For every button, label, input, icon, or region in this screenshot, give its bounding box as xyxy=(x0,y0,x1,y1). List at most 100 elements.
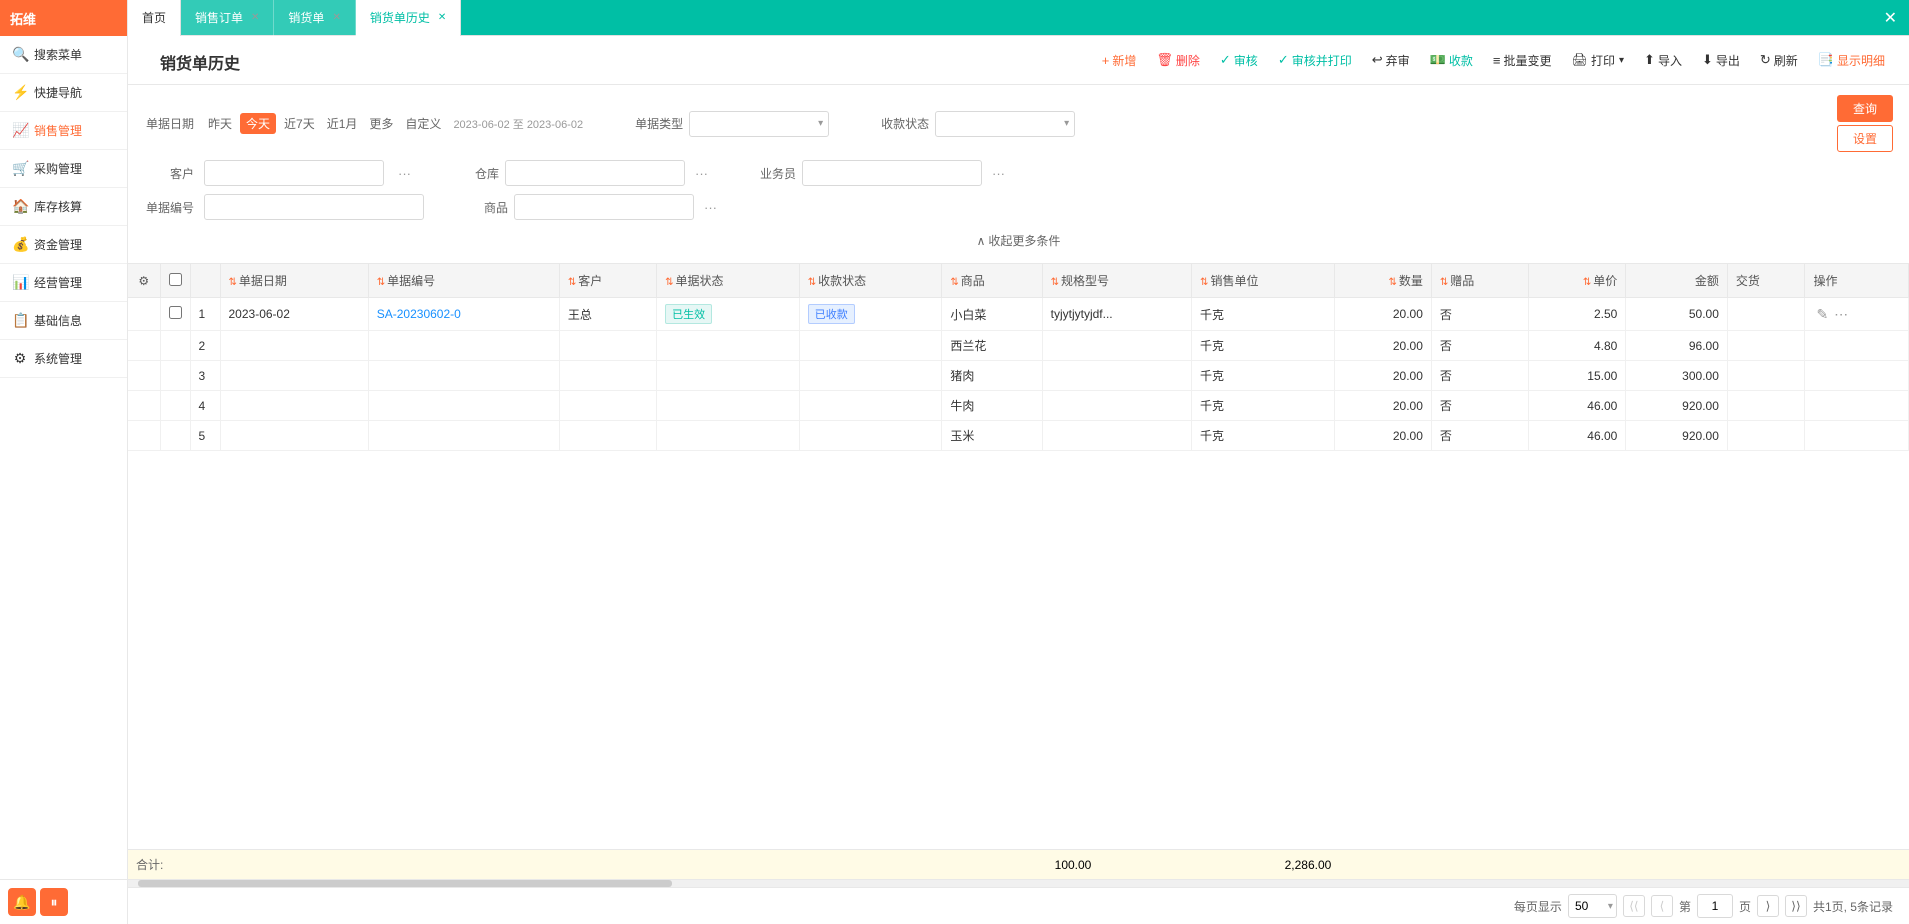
tab-sales-order[interactable]: 销售订单 ✕ xyxy=(181,0,274,36)
payment-status-cell xyxy=(799,361,942,391)
payment-status-cell: 已收款 xyxy=(799,298,942,331)
shortcut-custom[interactable]: 自定义 xyxy=(401,113,445,134)
warehouse-input[interactable] xyxy=(505,160,685,186)
tab-sales-goods[interactable]: 销货单 ✕ xyxy=(274,0,355,36)
sidebar-item-system[interactable]: ⚙ 系统管理 xyxy=(0,340,127,378)
sidebar-item-sales-mgmt[interactable]: 📈 销售管理 xyxy=(0,112,127,150)
tab-sales-goods-close[interactable]: ✕ xyxy=(332,12,340,23)
prev-page-button[interactable]: ⟨ xyxy=(1651,895,1673,917)
import-button[interactable]: ⬆ 导入 xyxy=(1636,48,1690,73)
pagination-bar: 每页显示 50 100 200 ▾ ⟨⟨ ⟨ 第 页 ⟩ ⟩⟩ 共1页, 5条记… xyxy=(128,887,1909,924)
gift-header[interactable]: ⇅赠品 xyxy=(1431,264,1528,298)
print-button[interactable]: 🖨 打印 xyxy=(1563,48,1632,73)
sidebar-item-inventory[interactable]: 🏠 库存核算 xyxy=(0,188,127,226)
audit-print-button[interactable]: ✓ 审核并打印 xyxy=(1270,48,1360,73)
agent-ellipsis-button[interactable]: ··· xyxy=(988,164,1009,183)
show-details-button[interactable]: 📑 显示明细 xyxy=(1810,48,1893,73)
pause-button[interactable]: ⏸ xyxy=(40,888,68,916)
tabs-close-all-button[interactable]: ✕ xyxy=(1872,8,1909,28)
warehouse-ellipsis-button[interactable]: ··· xyxy=(691,164,712,183)
price-cell: 46.00 xyxy=(1529,421,1626,451)
operation-icon: 📊 xyxy=(12,274,28,291)
sidebar-item-basic-info[interactable]: 📋 基础信息 xyxy=(0,302,127,340)
gear-cell xyxy=(128,421,160,451)
delete-button[interactable]: 🗑 删除 xyxy=(1148,48,1208,73)
checkbox-column-header[interactable] xyxy=(160,264,190,298)
collapse-label: 收起更多条件 xyxy=(988,232,1060,249)
select-all-checkbox[interactable] xyxy=(169,273,182,286)
sidebar-item-purchase-mgmt[interactable]: 🛒 采购管理 xyxy=(0,150,127,188)
shortcut-7days[interactable]: 近7天 xyxy=(280,113,319,134)
price-header[interactable]: ⇅单价 xyxy=(1529,264,1626,298)
audit-button[interactable]: ✓ 审核 xyxy=(1212,48,1266,73)
shortcut-yesterday[interactable]: 昨天 xyxy=(204,113,236,134)
trade-cell xyxy=(1727,361,1805,391)
customer-ellipsis-button[interactable]: ··· xyxy=(394,164,415,183)
tab-sales-history[interactable]: 销货单历史 ✕ xyxy=(356,0,461,36)
sidebar-item-search-menu[interactable]: 🔍 搜索菜单 xyxy=(0,36,127,74)
shortcut-1month[interactable]: 近1月 xyxy=(323,113,362,134)
tab-sales-goods-label: 销货单 xyxy=(288,9,324,26)
last-page-button[interactable]: ⟩⟩ xyxy=(1785,895,1807,917)
collapse-filter-button[interactable]: ∧ 收起更多条件 xyxy=(144,228,1893,253)
goods-header[interactable]: ⇅商品 xyxy=(942,264,1042,298)
shortcut-today[interactable]: 今天 xyxy=(240,113,276,134)
payment-status-header[interactable]: ⇅收款状态 xyxy=(799,264,942,298)
gear-cell xyxy=(128,361,160,391)
tabs-bar: 首页 销售订单 ✕ 销货单 ✕ 销货单历史 ✕ ✕ xyxy=(128,0,1909,36)
collect-button[interactable]: 💵 收款 xyxy=(1422,48,1481,73)
per-page-select[interactable]: 50 100 200 xyxy=(1568,894,1617,918)
export-button[interactable]: ⬇ 导出 xyxy=(1694,48,1748,73)
agent-input[interactable] xyxy=(802,160,982,186)
setting-button[interactable]: 设置 xyxy=(1837,125,1893,152)
shortcut-more[interactable]: 更多 xyxy=(365,113,397,134)
doc-status-cell: 已生效 xyxy=(657,298,800,331)
date-header[interactable]: ⇅单据日期 xyxy=(220,264,368,298)
doc-type-select[interactable] xyxy=(689,111,829,137)
doc-no-link[interactable]: SA-20230602-0 xyxy=(377,307,461,321)
amount-cell: 50.00 xyxy=(1626,298,1728,331)
tab-sales-history-close[interactable]: ✕ xyxy=(438,12,446,23)
table-row: 1 2023-06-02 SA-20230602-0 王总 已生效 已收款 小白… xyxy=(128,298,1909,331)
sidebar-item-finance[interactable]: 💰 资金管理 xyxy=(0,226,127,264)
payment-status-select[interactable] xyxy=(935,111,1075,137)
doc-status-header[interactable]: ⇅单据状态 xyxy=(657,264,800,298)
goods-ellipsis-button[interactable]: ··· xyxy=(700,198,721,217)
doc-no-header[interactable]: ⇅单据编号 xyxy=(368,264,559,298)
customer-input[interactable] xyxy=(204,160,384,186)
notification-button[interactable]: 🔔 xyxy=(8,888,36,916)
qty-header[interactable]: ⇅数量 xyxy=(1334,264,1431,298)
unit-header[interactable]: ⇅销售单位 xyxy=(1192,264,1335,298)
spec-header[interactable]: ⇅规格型号 xyxy=(1042,264,1191,298)
sidebar-item-operation[interactable]: 📊 经营管理 xyxy=(0,264,127,302)
customer-header[interactable]: ⇅客户 xyxy=(559,264,656,298)
edit-action-button[interactable]: ✎ xyxy=(1813,306,1831,323)
batch-change-icon: ≡ xyxy=(1493,53,1501,68)
row-checkbox[interactable] xyxy=(169,306,182,319)
doc-no-cell xyxy=(368,421,559,451)
add-button[interactable]: + 新增 xyxy=(1094,48,1145,73)
sidebar-item-label: 销售管理 xyxy=(34,122,82,139)
abandon-button[interactable]: ↩ 弃审 xyxy=(1364,48,1418,73)
sidebar-item-label: 采购管理 xyxy=(34,160,82,177)
refresh-button[interactable]: ↻ 刷新 xyxy=(1752,48,1806,73)
total-info: 共1页, 5条记录 xyxy=(1813,898,1893,915)
doc-no-input[interactable] xyxy=(204,194,424,220)
more-action-button[interactable]: ⋯ xyxy=(1831,306,1851,323)
page-input[interactable] xyxy=(1697,894,1733,918)
gear-column-header[interactable]: ⚙ xyxy=(128,264,160,298)
price-cell: 4.80 xyxy=(1529,331,1626,361)
tab-sales-order-close[interactable]: ✕ xyxy=(251,12,259,23)
row-no-cell: 1 xyxy=(190,298,220,331)
tab-home[interactable]: 首页 xyxy=(128,0,181,36)
first-page-button[interactable]: ⟨⟨ xyxy=(1623,895,1645,917)
spec-cell xyxy=(1042,391,1191,421)
next-page-button[interactable]: ⟩ xyxy=(1757,895,1779,917)
batch-change-button[interactable]: ≡ 批量变更 xyxy=(1485,48,1560,73)
price-sort-icon: ⇅ xyxy=(1583,277,1591,288)
goods-input[interactable] xyxy=(514,194,694,220)
sidebar-item-quick-nav[interactable]: ⚡ 快捷导航 xyxy=(0,74,127,112)
show-details-icon: 📑 xyxy=(1818,52,1834,68)
query-button[interactable]: 查询 xyxy=(1837,95,1893,122)
export-label: 导出 xyxy=(1716,52,1740,69)
